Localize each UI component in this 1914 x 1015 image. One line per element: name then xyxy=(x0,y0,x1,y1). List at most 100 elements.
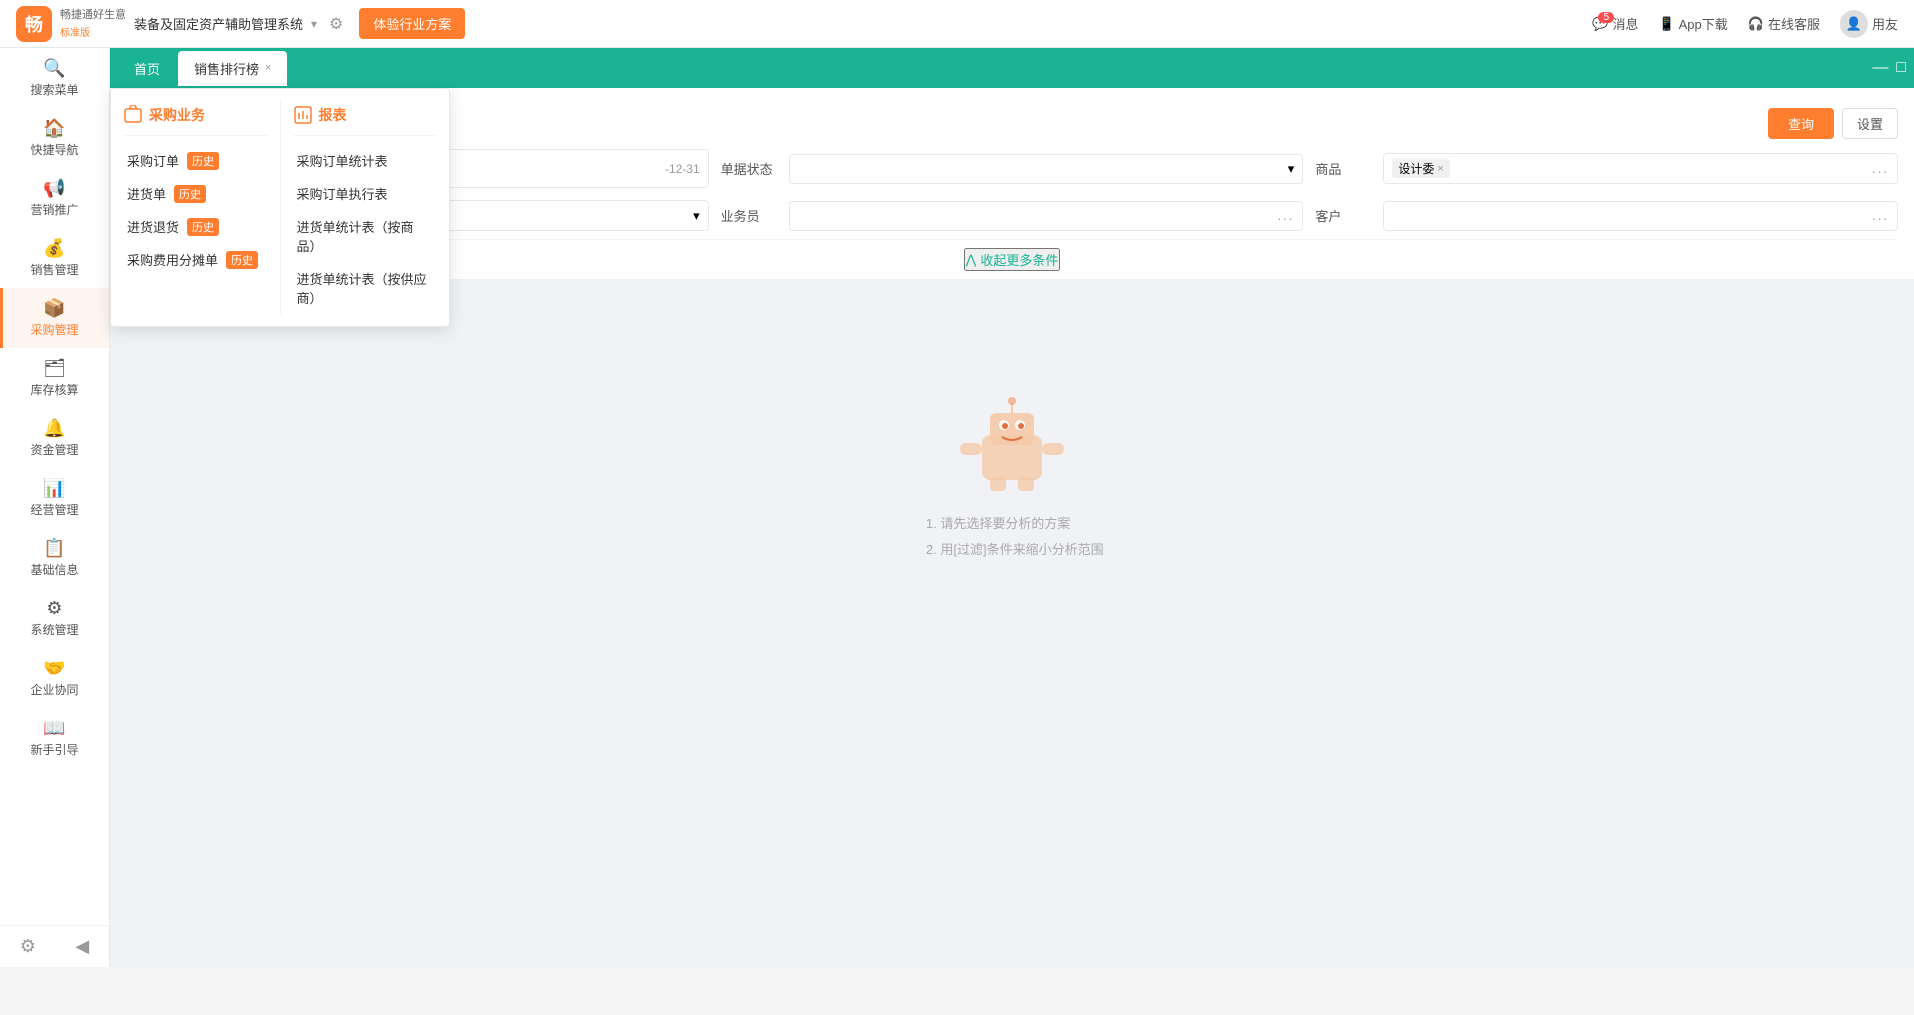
search-icon: 🔍 xyxy=(43,58,65,79)
collapse-btn[interactable]: ⋀ 收起更多条件 xyxy=(964,248,1061,271)
date-range-display: -12-31 xyxy=(665,162,700,176)
logo-area: 畅 畅捷通好生意 标准版 xyxy=(16,6,126,42)
sidebar: 🔍 搜索菜单 🏠 快捷导航 📢 营销推广 💰 销售管理 📦 采购管理 🗂 库存核… xyxy=(0,48,110,967)
dropdown-heading-purchase: 采购业务 xyxy=(123,101,268,136)
dropdown-col-purchase: 采购业务 采购订单 历史 进货单 历史 进货退货 历史 采购费用分摊单 历史 xyxy=(111,101,280,314)
salesman-label: 业务员 xyxy=(721,206,781,225)
doc-status-label: 单据状态 xyxy=(721,159,781,178)
sidebar-item-inventory[interactable]: 🗂 库存核算 xyxy=(0,348,109,408)
inventory-icon: 🗂 xyxy=(43,358,66,379)
tab-maximize-icon[interactable]: □ xyxy=(1896,59,1906,77)
query-actions: 查询 设置 xyxy=(1768,108,1898,139)
basic-icon: 📋 xyxy=(43,538,65,559)
purchase-icon: 📦 xyxy=(43,298,65,319)
empty-illustration xyxy=(952,395,1072,495)
purchase-dropdown-menu: 采购业务 采购订单 历史 进货单 历史 进货退货 历史 采购费用分摊单 历史 报… xyxy=(110,88,450,327)
message-icon: 💬 5 xyxy=(1592,16,1608,32)
goods-value[interactable]: 设计委 × ... xyxy=(1383,153,1898,184)
history-badge: 历史 xyxy=(174,185,206,203)
report-heading-icon xyxy=(293,105,313,125)
dropdown-item-receipt-stats-goods[interactable]: 进货单统计表（按商品） xyxy=(293,210,438,262)
dropdown-item-receipt-stats-supplier[interactable]: 进货单统计表（按供应商） xyxy=(293,262,438,314)
logo-text: 畅捷通好生意 xyxy=(60,8,126,23)
dropdown-heading-report: 报表 xyxy=(293,101,438,136)
customer-label: 客户 xyxy=(1315,206,1375,225)
collapse-icon: ⋀ xyxy=(966,252,977,268)
history-badge: 历史 xyxy=(187,218,219,236)
sidebar-bottom: ⚙ ◀ xyxy=(0,925,109,967)
settings-bottom-icon[interactable]: ⚙ xyxy=(20,936,36,957)
dropdown-item-purchase-receipt[interactable]: 进货单 历史 xyxy=(123,177,268,210)
tab-home[interactable]: 首页 xyxy=(118,51,176,86)
corp-icon: 🤝 xyxy=(43,658,65,679)
salesman-filter: 业务员 ... xyxy=(721,200,1304,231)
query-btn[interactable]: 查询 xyxy=(1768,108,1834,139)
dropdown-col-report: 报表 采购订单统计表 采购订单执行表 进货单统计表（按商品） 进货单统计表（按供… xyxy=(280,101,450,314)
message-btn[interactable]: 💬 5 消息 xyxy=(1592,14,1638,33)
tab-sales-rank[interactable]: 销售排行榜 × xyxy=(178,51,287,86)
goods-tag: 设计委 × xyxy=(1392,159,1449,178)
tab-minimize-icon[interactable]: — xyxy=(1872,59,1888,77)
home-icon: 🏠 xyxy=(43,118,65,139)
sidebar-item-operation[interactable]: 📊 经营管理 xyxy=(0,468,109,528)
sidebar-item-marketing[interactable]: 📢 营销推广 xyxy=(0,168,109,228)
doc-status-chevron-icon: ▾ xyxy=(1288,161,1295,177)
chevron-down-icon[interactable]: ▾ xyxy=(311,17,317,31)
goods-dots[interactable]: ... xyxy=(1872,161,1889,176)
sidebar-item-quick[interactable]: 🏠 快捷导航 xyxy=(0,108,109,168)
empty-state: 请先选择要分析的方案 用[过滤]条件来缩小分析范围 xyxy=(110,279,1914,679)
avatar: 👤 xyxy=(1840,10,1868,38)
sidebar-item-search[interactable]: 🔍 搜索菜单 xyxy=(0,48,109,108)
phone-icon: 📱 xyxy=(1658,16,1674,32)
dropdown-item-purchase-order-stats[interactable]: 采购订单统计表 xyxy=(293,144,438,177)
sidebar-item-finance[interactable]: 🔔 资金管理 xyxy=(0,408,109,468)
history-badge: 历史 xyxy=(187,152,219,170)
dropdown-item-purchase-expense[interactable]: 采购费用分摊单 历史 xyxy=(123,243,268,276)
topbar: 畅 畅捷通好生意 标准版 装备及固定资产辅助管理系统 ▾ ⚙ 体验行业方案 💬 … xyxy=(0,0,1914,48)
marketing-icon: 📢 xyxy=(43,178,65,199)
system-title-area: 装备及固定资产辅助管理系统 ▾ ⚙ 体验行业方案 xyxy=(134,8,1592,39)
logo-badge: 标准版 xyxy=(60,24,126,39)
headset-icon: 🎧 xyxy=(1748,16,1764,32)
dropdown-item-purchase-order-exec[interactable]: 采购订单执行表 xyxy=(293,177,438,210)
sidebar-item-guide[interactable]: 📖 新手引导 xyxy=(0,708,109,768)
goods-tag-close-icon[interactable]: × xyxy=(1437,163,1443,175)
salesman-value[interactable]: ... xyxy=(789,201,1304,231)
goods-filter: 商品 设计委 × ... xyxy=(1315,149,1898,188)
hint-1: 请先选择要分析的方案 xyxy=(940,511,1103,537)
purchase-heading-icon xyxy=(123,105,143,125)
sidebar-item-sales[interactable]: 💰 销售管理 xyxy=(0,228,109,288)
system-icon: ⚙ xyxy=(46,598,62,619)
empty-hints: 请先选择要分析的方案 用[过滤]条件来缩小分析范围 xyxy=(920,511,1103,563)
rank-chevron-icon: ▾ xyxy=(693,208,700,224)
logo-icon: 畅 xyxy=(16,6,52,42)
sidebar-item-system[interactable]: ⚙ 系统管理 xyxy=(0,588,109,648)
tab-close-icon[interactable]: × xyxy=(265,62,271,74)
goods-label: 商品 xyxy=(1315,159,1375,178)
system-title: 装备及固定资产辅助管理系统 xyxy=(134,14,303,33)
app-download-btn[interactable]: 📱 App下载 xyxy=(1658,14,1727,33)
sidebar-item-purchase[interactable]: 📦 采购管理 xyxy=(0,288,109,348)
tabbar: 首页 销售排行榜 × — □ xyxy=(110,48,1914,88)
gear-icon[interactable]: ⚙ xyxy=(329,14,343,34)
industry-btn[interactable]: 体验行业方案 xyxy=(359,8,465,39)
user-btn[interactable]: 👤 用友 xyxy=(1840,10,1898,38)
history-badge: 历史 xyxy=(226,251,258,269)
dropdown-item-purchase-order[interactable]: 采购订单 历史 xyxy=(123,144,268,177)
customer-dots[interactable]: ... xyxy=(1872,208,1889,223)
sidebar-item-basic[interactable]: 📋 基础信息 xyxy=(0,528,109,588)
hint-2: 用[过滤]条件来缩小分析范围 xyxy=(940,537,1103,563)
customer-filter: 客户 ... xyxy=(1315,200,1898,231)
dropdown-item-purchase-return[interactable]: 进货退货 历史 xyxy=(123,210,268,243)
guide-icon: 📖 xyxy=(43,718,65,739)
doc-status-value[interactable]: ▾ xyxy=(789,154,1304,184)
customer-value[interactable]: ... xyxy=(1383,201,1898,231)
salesman-dots[interactable]: ... xyxy=(1277,208,1294,223)
topbar-right: 💬 5 消息 📱 App下载 🎧 在线客服 👤 用友 xyxy=(1592,10,1898,38)
sales-icon: 💰 xyxy=(43,238,65,259)
setup-btn[interactable]: 设置 xyxy=(1842,108,1898,139)
online-service-btn[interactable]: 🎧 在线客服 xyxy=(1748,14,1820,33)
collapse-sidebar-icon[interactable]: ◀ xyxy=(75,936,89,957)
sidebar-item-corp[interactable]: 🤝 企业协同 xyxy=(0,648,109,708)
doc-status-filter: 单据状态 ▾ xyxy=(721,149,1304,188)
